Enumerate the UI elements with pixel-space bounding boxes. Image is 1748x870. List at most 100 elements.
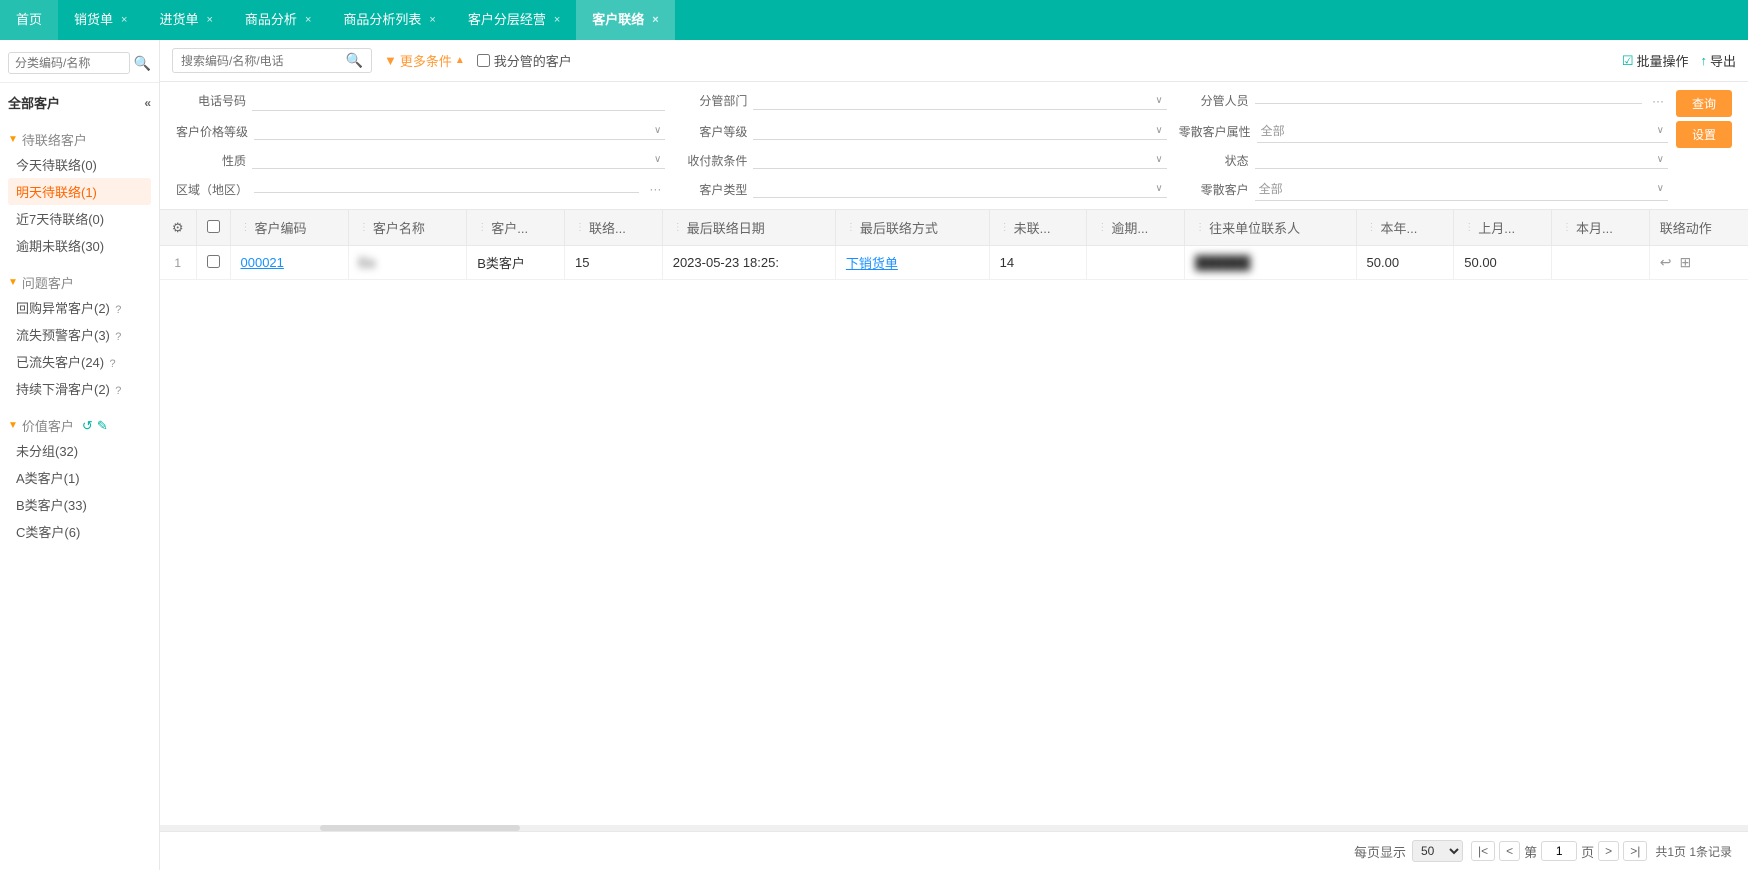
col-header-method: 最后联络方式 [860,218,938,237]
retail-customer-label: 零散客户 [1179,181,1249,198]
nav-contact-close[interactable]: × [652,0,658,40]
customer-code-link[interactable]: 000021 [241,255,284,270]
nav-product-analysis[interactable]: 商品分析 × [229,0,327,40]
my-customers-checkbox[interactable]: 我分管的客户 [477,51,572,70]
sidebar-all-customers[interactable]: 全部客户 « [8,89,151,116]
th-company-contact: ⋮ 往来单位联系人 [1185,210,1356,246]
settings-icon[interactable]: ⚙ [172,220,184,235]
cell-contact-count: 15 [564,246,662,280]
th-this-month: ⋮ 本月... [1551,210,1649,246]
per-page-select[interactable]: 50 100 200 [1412,840,1463,862]
help-icon-0: ? [115,304,121,316]
sidebar-item-repurchase-anomaly[interactable]: 回购异常客户(2) ? [8,294,151,321]
col-header-date: 最后联络日期 [687,218,765,237]
customer-type-select[interactable]: ∨ [753,180,1166,198]
pending-group-label: ▼ 待联络客户 [8,124,151,151]
dots-icon-thismonth: ⋮ [1562,222,1572,233]
sidebar-item-ungrouped[interactable]: 未分组(32) [8,437,151,464]
all-customers-label: 全部客户 [8,93,60,112]
region-select[interactable] [254,186,639,193]
sidebar-search-icon[interactable]: 🔍 [134,55,151,72]
retail-customer-select[interactable]: 全部 ∨ [1255,177,1668,201]
cell-customer-code[interactable]: 000021 [230,246,348,280]
batch-operation-btn[interactable]: ☑ 批量操作 [1622,51,1689,70]
phone-input[interactable] [252,90,665,111]
dept-select[interactable]: ∨ [753,92,1166,110]
sidebar-item-declining[interactable]: 持续下滑客户(2) ? [8,375,151,402]
page-size-selector: 每页显示 50 100 200 [1354,840,1463,862]
manager-more-btn[interactable]: ··· [1648,94,1668,108]
prev-page-btn[interactable]: < [1499,841,1520,861]
refresh-icon[interactable]: ↺ [82,418,93,434]
nav-sales-order[interactable]: 销货单 × [58,0,143,40]
query-button[interactable]: 查询 [1676,90,1732,117]
cell-last-contact-method[interactable]: 下销货单 [835,246,989,280]
col-header-count: 联络... [589,218,626,237]
next-page-btn[interactable]: > [1598,841,1619,861]
sidebar-item-class-a[interactable]: A类客户(1) [8,464,151,491]
th-settings[interactable]: ⚙ [160,210,196,246]
last-contact-date-value: 2023-05-23 18:25: [673,255,779,270]
th-customer-name: ⋮ 客户名称 [348,210,466,246]
sidebar-item-overdue[interactable]: 逾期未联络(30) [8,232,151,259]
sidebar-item-class-b[interactable]: B类客户(33) [8,491,151,518]
cell-customer-name[interactable]: Ea [348,246,466,280]
sidebar-item-tomorrow[interactable]: 明天待联络(1) [8,178,151,205]
price-level-select[interactable]: ∨ [254,122,665,140]
my-customers-input[interactable] [477,54,490,67]
reply-icon[interactable]: ↩ [1660,254,1672,271]
nav-product-list[interactable]: 商品分析列表 × [327,0,451,40]
nav-product-close[interactable]: × [305,0,311,40]
manager-select[interactable] [1255,97,1642,104]
retail-attr-select[interactable]: 全部 ∨ [1257,119,1668,143]
nav-sales-close[interactable]: × [121,0,127,40]
sidebar-item-churned[interactable]: 已流失客户(24) ? [8,348,151,375]
cell-checkbox[interactable] [196,246,230,280]
last-page-btn[interactable]: >| [1623,841,1647,861]
settings-button[interactable]: 设置 [1676,121,1732,148]
search-box: 🔍 [172,48,372,73]
status-select[interactable]: ∨ [1255,151,1668,169]
page-number-input[interactable] [1541,841,1577,861]
region-label: 区域（地区） [176,181,248,198]
th-this-year: ⋮ 本年... [1356,210,1454,246]
customer-level-select[interactable]: ∨ [753,122,1166,140]
export-btn[interactable]: ↑ 导出 [1700,51,1736,70]
sidebar-item-churn-warning[interactable]: 流失预警客户(3) ? [8,321,151,348]
search-input[interactable] [181,54,342,68]
nav-home[interactable]: 首页 [0,0,58,40]
nav-contact-label: 客户联络 [592,0,644,40]
nature-select[interactable]: ∨ [252,151,665,169]
payment-select[interactable]: ∨ [753,151,1166,169]
first-page-btn[interactable]: |< [1471,841,1495,861]
select-all-checkbox[interactable] [207,220,220,233]
nav-purchase-order[interactable]: 进货单 × [143,0,228,40]
sidebar-item-7days[interactable]: 近7天待联络(0) [8,205,151,232]
sidebar-item-class-c[interactable]: C类客户(6) [8,518,151,545]
filter-nature: 性质 ∨ [176,151,665,169]
nav-customer-layer-close[interactable]: × [554,0,560,40]
batch-op-label: 批量操作 [1636,51,1688,70]
sidebar-search-input[interactable] [8,52,130,74]
retail-attr-arrow: ∨ [1657,125,1664,136]
more-filters-btn[interactable]: ▼ 更多条件 ▲ [384,51,465,70]
ungrouped-label: 未分组(32) [16,444,78,459]
nav-customer-contact[interactable]: 客户联络 × [576,0,674,40]
filter-price-level: 客户价格等级 ∨ [176,122,665,140]
this-year-value: 50.00 [1367,255,1400,270]
nav-purchase-close[interactable]: × [206,0,212,40]
search-icon[interactable]: 🔍 [346,52,363,69]
grid-icon[interactable]: ⊞ [1679,254,1691,271]
col-header-actions: 联络动作 [1660,221,1712,236]
filter-customer-type: 客户类型 ∨ [677,180,1166,198]
sidebar-value-section: ▼ 价值客户 ↺ ✎ 未分组(32) A类客户(1) B类客户(33) C类客户… [0,404,159,547]
nav-customer-layering[interactable]: 客户分层经营 × [452,0,576,40]
region-more-btn[interactable]: ··· [645,182,665,196]
last-contact-method-link[interactable]: 下销货单 [846,256,898,271]
edit-icon[interactable]: ✎ [97,418,108,434]
table-row: 1 000021 Ea B类客户 [160,246,1748,280]
th-checkbox[interactable] [196,210,230,246]
sidebar-item-today[interactable]: 今天待联络(0) [8,151,151,178]
nav-product-list-close[interactable]: × [429,0,435,40]
row-checkbox[interactable] [207,255,220,268]
